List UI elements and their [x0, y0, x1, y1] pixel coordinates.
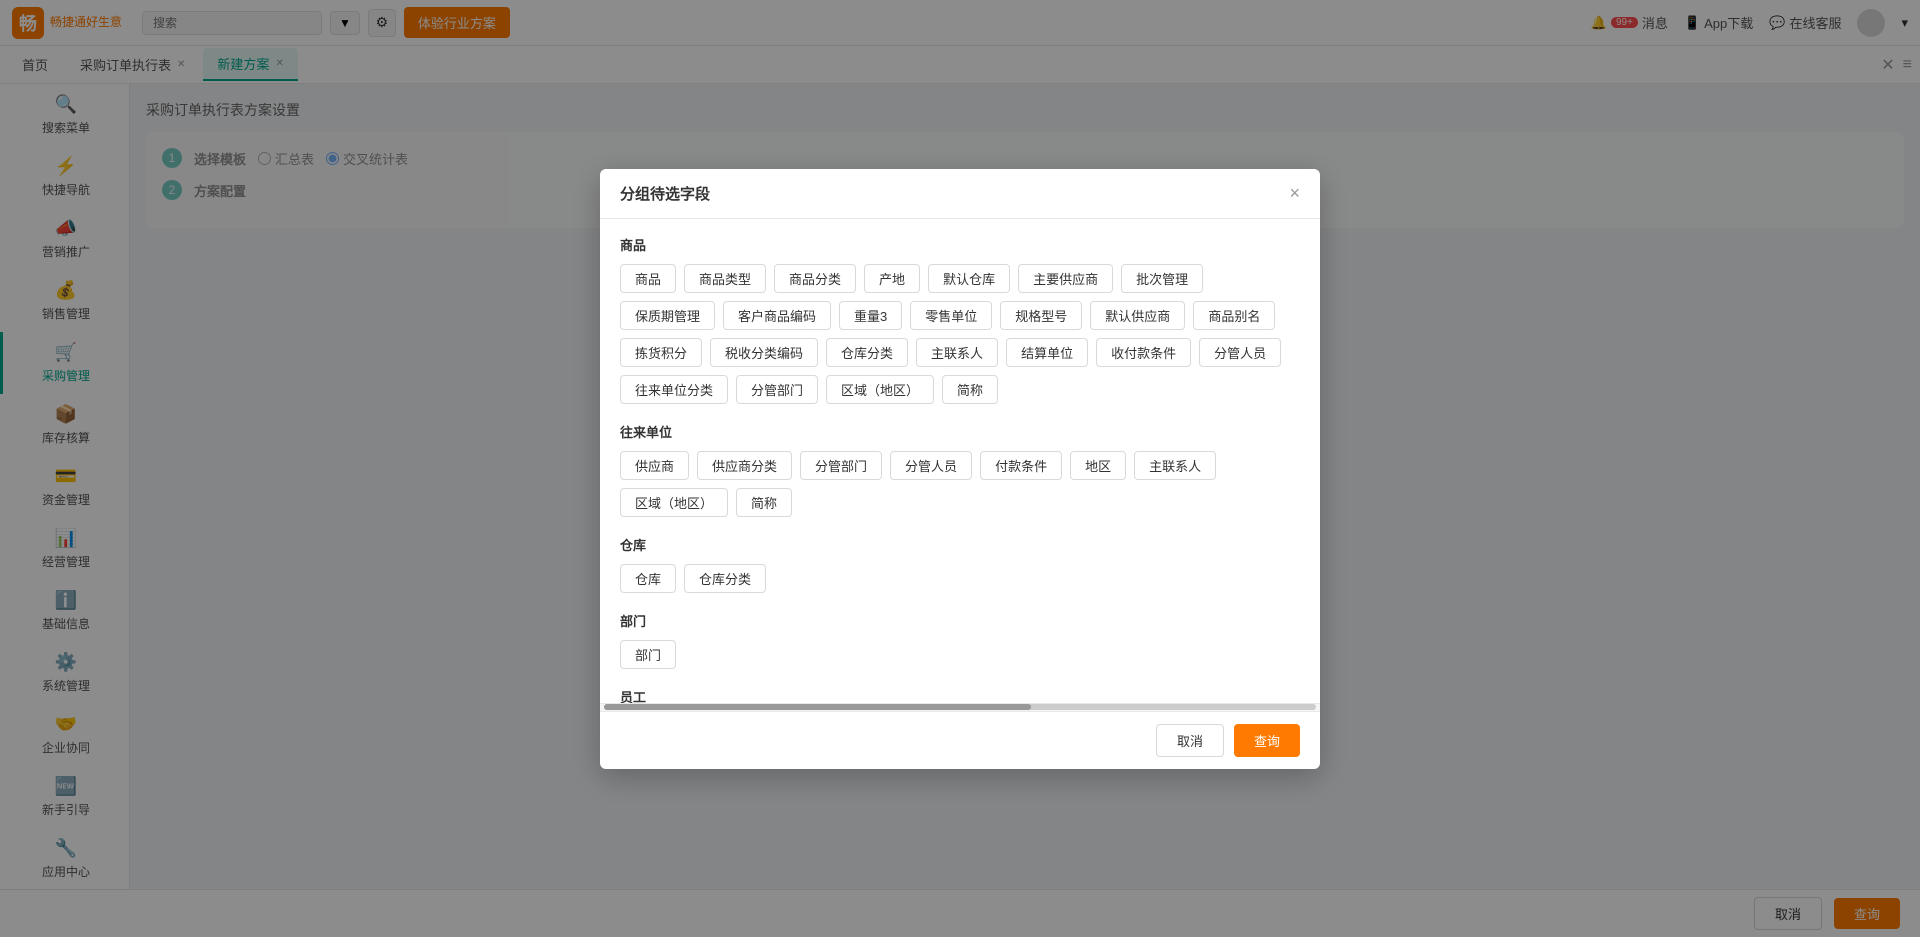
field-tag[interactable]: 仓库分类 [684, 564, 766, 593]
modal-body: 商品商品商品类型商品分类产地默认仓库主要供应商批次管理保质期管理客户商品编码重量… [600, 219, 1320, 704]
section-title: 员工 [620, 687, 1300, 704]
field-tag[interactable]: 主联系人 [916, 338, 998, 367]
field-tag[interactable]: 拣货积分 [620, 338, 702, 367]
field-tag[interactable]: 批次管理 [1121, 264, 1203, 293]
confirm-button[interactable]: 查询 [1234, 724, 1300, 757]
field-section-员工: 员工业务员 [620, 687, 1300, 704]
section-title: 部门 [620, 611, 1300, 630]
field-tag[interactable]: 简称 [942, 375, 998, 404]
section-title: 往来单位 [620, 422, 1300, 441]
field-tag[interactable]: 区域（地区） [620, 488, 728, 517]
field-tag[interactable]: 地区 [1070, 451, 1126, 480]
field-tag[interactable]: 商品别名 [1193, 301, 1275, 330]
section-title: 仓库 [620, 535, 1300, 554]
modal-hscroll[interactable] [600, 703, 1320, 710]
field-tag[interactable]: 保质期管理 [620, 301, 715, 330]
field-tag[interactable]: 简称 [736, 488, 792, 517]
field-tag[interactable]: 收付款条件 [1096, 338, 1191, 367]
cancel-button[interactable]: 取消 [1156, 724, 1224, 757]
modal-header: 分组待选字段 × [600, 169, 1320, 219]
field-tags-仓库: 仓库仓库分类 [620, 564, 1300, 593]
field-tag[interactable]: 付款条件 [980, 451, 1062, 480]
field-tag[interactable]: 主联系人 [1134, 451, 1216, 480]
field-tag[interactable]: 主要供应商 [1018, 264, 1113, 293]
field-tags-商品: 商品商品类型商品分类产地默认仓库主要供应商批次管理保质期管理客户商品编码重量3 零… [620, 264, 1300, 404]
field-tag[interactable]: 商品类型 [684, 264, 766, 293]
field-tag[interactable]: 分管人员 [1199, 338, 1281, 367]
field-tag[interactable]: 税收分类编码 [710, 338, 818, 367]
field-tag[interactable]: 默认供应商 [1090, 301, 1185, 330]
field-section-商品: 商品商品商品类型商品分类产地默认仓库主要供应商批次管理保质期管理客户商品编码重量… [620, 235, 1300, 404]
section-title: 商品 [620, 235, 1300, 254]
field-tag[interactable]: 规格型号 [1000, 301, 1082, 330]
field-section-仓库: 仓库仓库仓库分类 [620, 535, 1300, 593]
field-tag[interactable]: 供应商分类 [697, 451, 792, 480]
field-tag[interactable]: 零售单位 [910, 301, 992, 330]
field-tag[interactable]: 默认仓库 [928, 264, 1010, 293]
field-tag[interactable]: 区域（地区） [826, 375, 934, 404]
field-tag[interactable]: 仓库分类 [826, 338, 908, 367]
modal-overlay: 分组待选字段 × 商品商品商品类型商品分类产地默认仓库主要供应商批次管理保质期管… [0, 0, 1920, 937]
field-tag[interactable]: 分管人员 [890, 451, 972, 480]
field-tag[interactable]: 商品分类 [774, 264, 856, 293]
field-tag[interactable]: 重量3 [839, 301, 902, 330]
field-tag[interactable]: 分管部门 [736, 375, 818, 404]
field-tag[interactable]: 部门 [620, 640, 676, 669]
field-tags-往来单位: 供应商供应商分类分管部门分管人员付款条件地区主联系人区域（地区） 简称 [620, 451, 1300, 517]
field-tags-部门: 部门 [620, 640, 1300, 669]
field-tag[interactable]: 产地 [864, 264, 920, 293]
modal: 分组待选字段 × 商品商品商品类型商品分类产地默认仓库主要供应商批次管理保质期管… [600, 169, 1320, 769]
modal-title: 分组待选字段 [620, 183, 710, 204]
modal-close-btn[interactable]: × [1289, 183, 1300, 204]
field-tag[interactable]: 往来单位分类 [620, 375, 728, 404]
field-tag[interactable]: 客户商品编码 [723, 301, 831, 330]
field-tag[interactable]: 商品 [620, 264, 676, 293]
field-section-部门: 部门部门 [620, 611, 1300, 669]
field-tag[interactable]: 分管部门 [800, 451, 882, 480]
field-section-往来单位: 往来单位供应商供应商分类分管部门分管人员付款条件地区主联系人区域（地区） 简称 [620, 422, 1300, 517]
field-tag[interactable]: 供应商 [620, 451, 689, 480]
modal-footer: 取消 查询 [600, 711, 1320, 769]
field-tag[interactable]: 结算单位 [1006, 338, 1088, 367]
field-tag[interactable]: 仓库 [620, 564, 676, 593]
